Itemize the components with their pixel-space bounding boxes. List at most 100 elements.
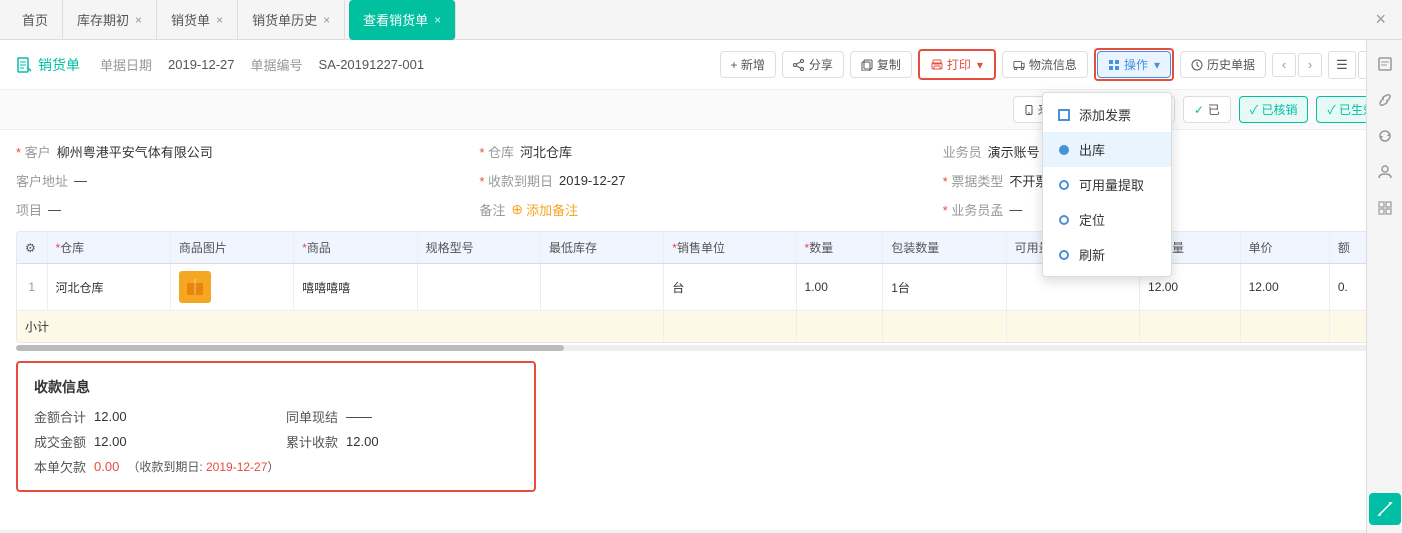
warehouse-field: 仓库 河北仓库	[479, 142, 922, 161]
box-icon	[185, 277, 205, 297]
checked-status-button[interactable]: ✓ 已核销	[1239, 96, 1309, 123]
history-button[interactable]: 历史单据	[1180, 51, 1266, 78]
product-col-header: *商品	[294, 232, 417, 264]
tab-sales-history[interactable]: 销货单历史 ×	[238, 0, 345, 40]
sidebar-note-icon[interactable]	[1369, 48, 1401, 80]
sales-unit-col-header: *销售单位	[664, 232, 796, 264]
close-inventory-tab[interactable]: ×	[135, 13, 142, 27]
address-field: 客户地址 —	[16, 171, 459, 190]
scroll-thumb	[16, 345, 564, 351]
project-label: 项目	[16, 200, 42, 219]
tab-view-sales[interactable]: 查看销货单 ×	[349, 0, 456, 40]
add-invoice-icon	[1057, 108, 1071, 122]
right-sidebar	[1366, 40, 1402, 533]
doc-header: 销货单 单据日期 2019-12-27 单据编号 SA-20191227-001…	[0, 40, 1402, 90]
row-number: 1	[17, 264, 47, 311]
window-close-button[interactable]: ×	[1367, 9, 1394, 30]
tab-sales[interactable]: 销货单 ×	[157, 0, 238, 40]
subtotal-package	[883, 311, 1006, 343]
sidebar-grid-icon[interactable]	[1369, 192, 1401, 224]
ops-highlight-box: 操作 ▾ 添加发票 出库	[1094, 48, 1174, 81]
transaction-amount-label: 成交金额	[34, 432, 86, 451]
prev-doc-button[interactable]: ‹	[1272, 53, 1296, 77]
truck-icon	[1013, 59, 1025, 71]
print-button[interactable]: 打印 ▾	[921, 52, 993, 77]
history-icon	[1191, 59, 1203, 71]
warehouse-label: 仓库	[479, 142, 514, 161]
form-area: 客户 柳州粤港平安气体有限公司 仓库 河北仓库 业务员 演示账号 客户地址 — …	[0, 130, 1402, 231]
transaction-amount-value: 12.00	[94, 434, 127, 449]
doc-title: 销货单	[16, 55, 80, 75]
add-note-button[interactable]: ⊕ 添加备注	[511, 200, 578, 219]
share-button[interactable]: 分享	[782, 51, 844, 78]
logistics-button[interactable]: 物流信息	[1002, 51, 1088, 78]
address-label: 客户地址	[16, 171, 68, 190]
dropdown-available-qty[interactable]: 可用量提取	[1043, 167, 1171, 202]
doc-actions: + 新增 分享 复制 打印 ▾	[720, 48, 1387, 81]
ops-dropdown-menu: 添加发票 出库 可用量提取 定位	[1042, 92, 1172, 277]
same-order-settlement-label: 同单现结	[286, 407, 338, 426]
total-amount-label: 金额合计	[34, 407, 86, 426]
ops-button[interactable]: 操作 ▾	[1097, 51, 1171, 78]
confirm-button[interactable]: ✓ 已	[1183, 96, 1231, 123]
sidebar-user-icon[interactable]	[1369, 156, 1401, 188]
nav-arrows: ‹ ›	[1272, 53, 1322, 77]
transaction-amount-row: 成交金额 12.00	[34, 432, 266, 451]
close-sales-tab[interactable]: ×	[216, 13, 223, 27]
subtotal-unit	[664, 311, 796, 343]
horizontal-scrollbar[interactable]	[16, 345, 1386, 351]
row-spec	[417, 264, 540, 311]
customer-label: 客户	[16, 142, 51, 161]
row-unit-price: 12.00	[1240, 264, 1329, 311]
dropdown-outbound[interactable]: 出库	[1043, 132, 1171, 167]
cumulative-payment-value: 12.00	[346, 434, 379, 449]
new-button[interactable]: + 新增	[720, 51, 776, 78]
share-icon	[793, 59, 805, 71]
cumulative-payment-label: 累计收款	[286, 432, 338, 451]
warehouse-col-header: *仓库	[47, 232, 170, 264]
product-image	[179, 271, 211, 303]
tab-home[interactable]: 首页	[8, 0, 63, 40]
sidebar-link-icon[interactable]	[1369, 84, 1401, 116]
row-min-stock	[540, 264, 663, 311]
copy-button[interactable]: 复制	[850, 51, 912, 78]
cumulative-payment-row: 累计收款 12.00	[286, 432, 518, 451]
dropdown-locate[interactable]: 定位	[1043, 202, 1171, 237]
row-warehouse: 河北仓库	[47, 264, 170, 311]
main-content: 销货单 单据日期 2019-12-27 单据编号 SA-20191227-001…	[0, 40, 1402, 530]
row-quantity: 1.00	[796, 264, 883, 311]
sidebar-refresh-icon[interactable]	[1369, 120, 1401, 152]
dropdown-refresh[interactable]: 刷新	[1043, 237, 1171, 272]
due-date-value: 2019-12-27	[559, 173, 626, 188]
close-view-sales-tab[interactable]: ×	[434, 13, 441, 27]
subtotal-label: 小计	[17, 311, 664, 343]
close-sales-history-tab[interactable]: ×	[323, 13, 330, 27]
customer-field: 客户 柳州粤港平安气体有限公司	[16, 142, 459, 161]
tab-bar: 首页 库存期初 × 销货单 × 销货单历史 × 查看销货单 × ×	[0, 0, 1402, 40]
tab-inventory[interactable]: 库存期初 ×	[63, 0, 157, 40]
sidebar-expand-icon[interactable]	[1369, 493, 1401, 525]
spec-col-header: 规格型号	[417, 232, 540, 264]
due-date-field: 收款到期日 2019-12-27	[479, 171, 922, 190]
print-icon	[931, 59, 943, 71]
number-value: SA-20191227-001	[319, 57, 425, 72]
dropdown-add-invoice[interactable]: 添加发票	[1043, 97, 1171, 132]
next-doc-button[interactable]: ›	[1298, 53, 1322, 77]
warehouse-value: 河北仓库	[520, 142, 572, 161]
same-order-settlement-value: ——	[346, 409, 372, 424]
row-product: 嘻嘻嘻嘻	[294, 264, 417, 311]
available-qty-icon	[1057, 178, 1071, 192]
settings-col-header[interactable]: ⚙	[17, 232, 47, 264]
row-product-img	[170, 264, 293, 311]
subtotal-quantity	[796, 311, 883, 343]
list-view-button[interactable]: ☰	[1328, 51, 1356, 79]
product-img-col-header: 商品图片	[170, 232, 293, 264]
package-qty-col-header: 包装数量	[883, 232, 1006, 264]
payment-title: 收款信息	[34, 377, 518, 397]
project-value: —	[48, 202, 61, 217]
sales-person-value: —	[1009, 202, 1022, 217]
doc-meta: 单据日期 2019-12-27 单据编号 SA-20191227-001	[100, 55, 424, 74]
number-label: 单据编号	[251, 55, 303, 74]
employee-value: 演示账号	[988, 142, 1040, 161]
total-amount-row: 金额合计 12.00	[34, 407, 266, 426]
